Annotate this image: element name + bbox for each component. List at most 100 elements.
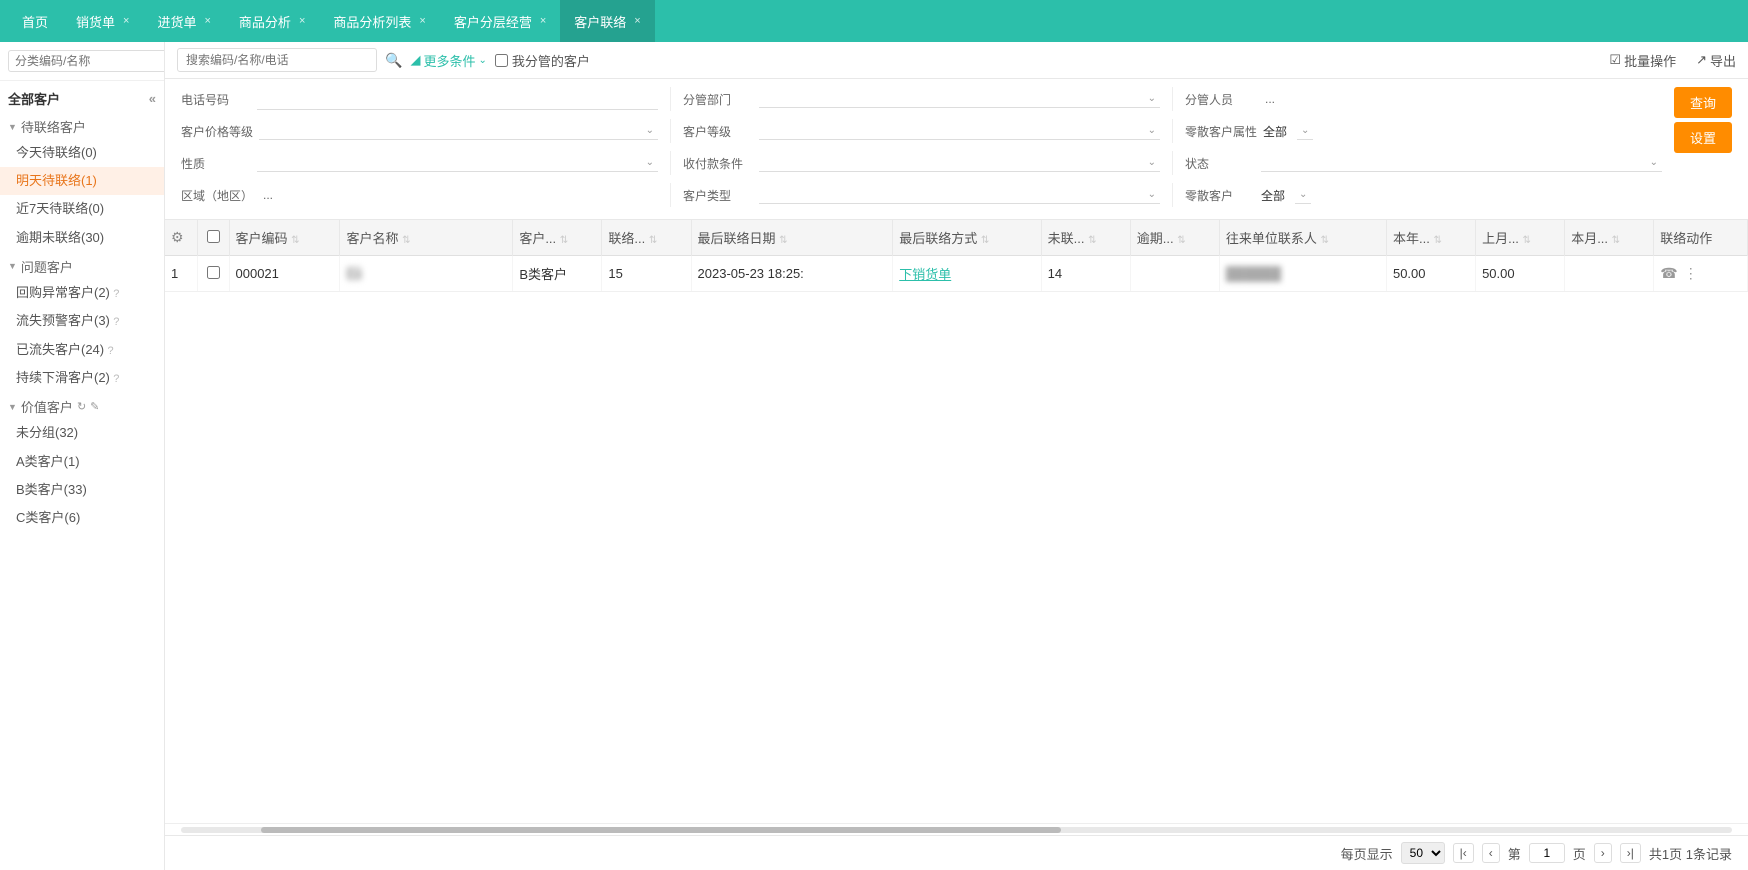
batch-op-btn[interactable]: ☑ 批量操作 (1609, 51, 1676, 70)
close-sales-order-icon[interactable]: × (123, 15, 129, 27)
close-product-analysis-icon[interactable]: × (299, 15, 305, 27)
prev-page-btn[interactable]: ‹ (1482, 843, 1500, 863)
sidebar-item-today-pending[interactable]: 今天待联络(0) (0, 139, 164, 167)
nav-sales-order[interactable]: 销货单 × (62, 0, 143, 42)
sidebar-item-a-class[interactable]: A类客户(1) (0, 448, 164, 476)
col-customer-type[interactable]: 客户... ⇅ (513, 220, 602, 256)
grid-action-icon[interactable]: ⋮ (1684, 265, 1698, 282)
sidebar-item-ungrouped[interactable]: 未分组(32) (0, 419, 164, 447)
filter-cust-level-select[interactable]: ⌄ (759, 122, 1160, 140)
nav-product-analysis[interactable]: 商品分析 × (225, 0, 319, 42)
filter-phone-input[interactable] (257, 89, 658, 110)
filter-retail-cust-label: 零散客户 (1185, 187, 1255, 204)
sidebar-item-declining[interactable]: 持续下滑客户(2) ? (0, 364, 164, 392)
scrollbar-thumb[interactable] (261, 827, 1061, 833)
col-gear[interactable]: ⚙ (165, 220, 197, 256)
filter-dept-select[interactable]: ⌄ (759, 90, 1160, 108)
sort-last-month-icon: ⇅ (1523, 235, 1531, 246)
settings-icon[interactable]: ⚙ (171, 229, 184, 245)
close-customer-tier-icon[interactable]: × (540, 15, 546, 27)
col-unlink-days[interactable]: 未联... ⇅ (1041, 220, 1130, 256)
cell-name[interactable]: Ea (340, 256, 513, 292)
cell-checkbox[interactable] (197, 256, 229, 292)
filter-status-select[interactable]: ⌄ (1261, 154, 1662, 172)
sidebar-item-repurchase-anomaly[interactable]: 回购异常客户(2) ? (0, 279, 164, 307)
col-overdue[interactable]: 逾期... ⇅ (1130, 220, 1219, 256)
col-checkbox[interactable] (197, 220, 229, 256)
nav-product-analysis-list[interactable]: 商品分析列表 × (319, 0, 439, 42)
filter-cust-type-select[interactable]: ⌄ (759, 186, 1160, 204)
page-size-label: 每页显示 (1341, 844, 1393, 863)
col-contacts[interactable]: 联络... ⇅ (602, 220, 691, 256)
sidebar: 🔍 全部客户 « 待联络客户 今天待联络(0) 明天待联络(1) 近7天待联络(… (0, 42, 165, 870)
nav-customer-contact[interactable]: 客户联络 × (560, 0, 654, 42)
export-btn[interactable]: ↗ 导出 (1696, 51, 1736, 70)
close-customer-contact-icon[interactable]: × (634, 15, 640, 27)
cell-actions: ☎ ⋮ (1654, 256, 1748, 292)
next-page-btn[interactable]: › (1594, 843, 1612, 863)
sidebar-item-overdue-pending[interactable]: 逾期未联络(30) (0, 224, 164, 252)
sidebar-all-customers[interactable]: 全部客户 « (0, 81, 164, 112)
last-page-btn[interactable]: ›| (1620, 843, 1641, 863)
sidebar-item-b-class[interactable]: B类客户(33) (0, 476, 164, 504)
sort-partner-icon: ⇅ (1320, 235, 1328, 246)
nav-home[interactable]: 首页 (8, 0, 62, 42)
set-button[interactable]: 设置 (1674, 122, 1732, 153)
edit-icon-value[interactable]: ✎ (90, 400, 99, 413)
filter-region-more[interactable]: ... (259, 188, 277, 202)
sidebar-collapse-icon[interactable]: « (149, 91, 156, 106)
col-year-amount[interactable]: 本年... ⇅ (1386, 220, 1475, 256)
nav-purchase-order[interactable]: 进货单 × (143, 0, 224, 42)
partner-contact-blurred: ██████ (1226, 266, 1281, 281)
sidebar-group-problem[interactable]: 问题客户 (0, 252, 164, 279)
col-this-month[interactable]: 本月... ⇅ (1565, 220, 1654, 256)
col-customer-name[interactable]: 客户名称 ⇅ (340, 220, 513, 256)
query-button[interactable]: 查询 (1674, 87, 1732, 118)
contact-action-icon[interactable]: ☎ (1660, 265, 1677, 282)
close-purchase-order-icon[interactable]: × (204, 15, 210, 27)
sidebar-item-c-class[interactable]: C类客户(6) (0, 504, 164, 532)
horizontal-scrollbar[interactable] (165, 823, 1748, 835)
col-partner-contact[interactable]: 往来单位联系人 ⇅ (1219, 220, 1386, 256)
close-product-analysis-list-icon[interactable]: × (419, 15, 425, 27)
table-area: ⚙ 客户编码 ⇅ 客户名称 ⇅ (165, 220, 1748, 823)
sidebar-item-7days-pending[interactable]: 近7天待联络(0) (0, 195, 164, 223)
sidebar-search-input[interactable] (8, 50, 165, 72)
action-icons-group: ☎ ⋮ (1660, 265, 1741, 282)
my-customers-checkbox[interactable] (495, 54, 508, 67)
toolbar-search-icon[interactable]: 🔍 (385, 52, 402, 69)
help-icon-declining: ? (113, 373, 119, 385)
sort-this-month-icon: ⇅ (1612, 235, 1620, 246)
col-customer-code[interactable]: 客户编码 ⇅ (229, 220, 340, 256)
toolbar-search-input[interactable] (177, 48, 377, 72)
row-checkbox[interactable] (207, 266, 220, 279)
filter-payment-select[interactable]: ⌄ (759, 154, 1160, 172)
filter-retail-cust-select[interactable]: ⌄ (1295, 186, 1311, 204)
nav-customer-tier[interactable]: 客户分层经营 × (440, 0, 560, 42)
col-last-month[interactable]: 上月... ⇅ (1476, 220, 1565, 256)
filter-btn-group: 查询 设置 (1662, 87, 1732, 215)
sidebar-group-value[interactable]: 价值客户 ↻ ✎ (0, 392, 164, 419)
help-icon-repurchase: ? (113, 288, 119, 300)
my-customers-checkbox-label[interactable]: 我分管的客户 (495, 51, 590, 70)
sidebar-item-churn-warning[interactable]: 流失预警客户(3) ? (0, 307, 164, 335)
refresh-icon-value[interactable]: ↻ (77, 400, 86, 413)
page-size-select[interactable]: 50 (1401, 842, 1445, 864)
toolbar-filter-btn[interactable]: ◢ 更多条件 ⌄ (410, 51, 486, 70)
filter-person-more[interactable]: ... (1261, 92, 1279, 106)
col-last-contact-date[interactable]: 最后联络日期 ⇅ (691, 220, 893, 256)
filter-price-level-select[interactable]: ⌄ (259, 122, 658, 140)
filter-dept-label: 分管部门 (683, 91, 753, 108)
sidebar-item-churned[interactable]: 已流失客户(24) ? (0, 336, 164, 364)
col-last-contact-way[interactable]: 最后联络方式 ⇅ (893, 220, 1041, 256)
sidebar-group-pending[interactable]: 待联络客户 (0, 112, 164, 139)
filter-nature-select[interactable]: ⌄ (257, 154, 658, 172)
filter-retail-attr-select[interactable]: ⌄ (1297, 122, 1313, 140)
select-all-checkbox[interactable] (207, 230, 220, 243)
cell-last-contact-way[interactable]: 下销货单 (893, 256, 1041, 292)
page-number-input[interactable] (1529, 843, 1565, 863)
scrollbar-track[interactable] (181, 827, 1732, 833)
first-page-btn[interactable]: |‹ (1453, 843, 1474, 863)
sidebar-item-tomorrow-pending[interactable]: 明天待联络(1) (0, 167, 164, 195)
last-contact-way-link[interactable]: 下销货单 (899, 267, 951, 282)
